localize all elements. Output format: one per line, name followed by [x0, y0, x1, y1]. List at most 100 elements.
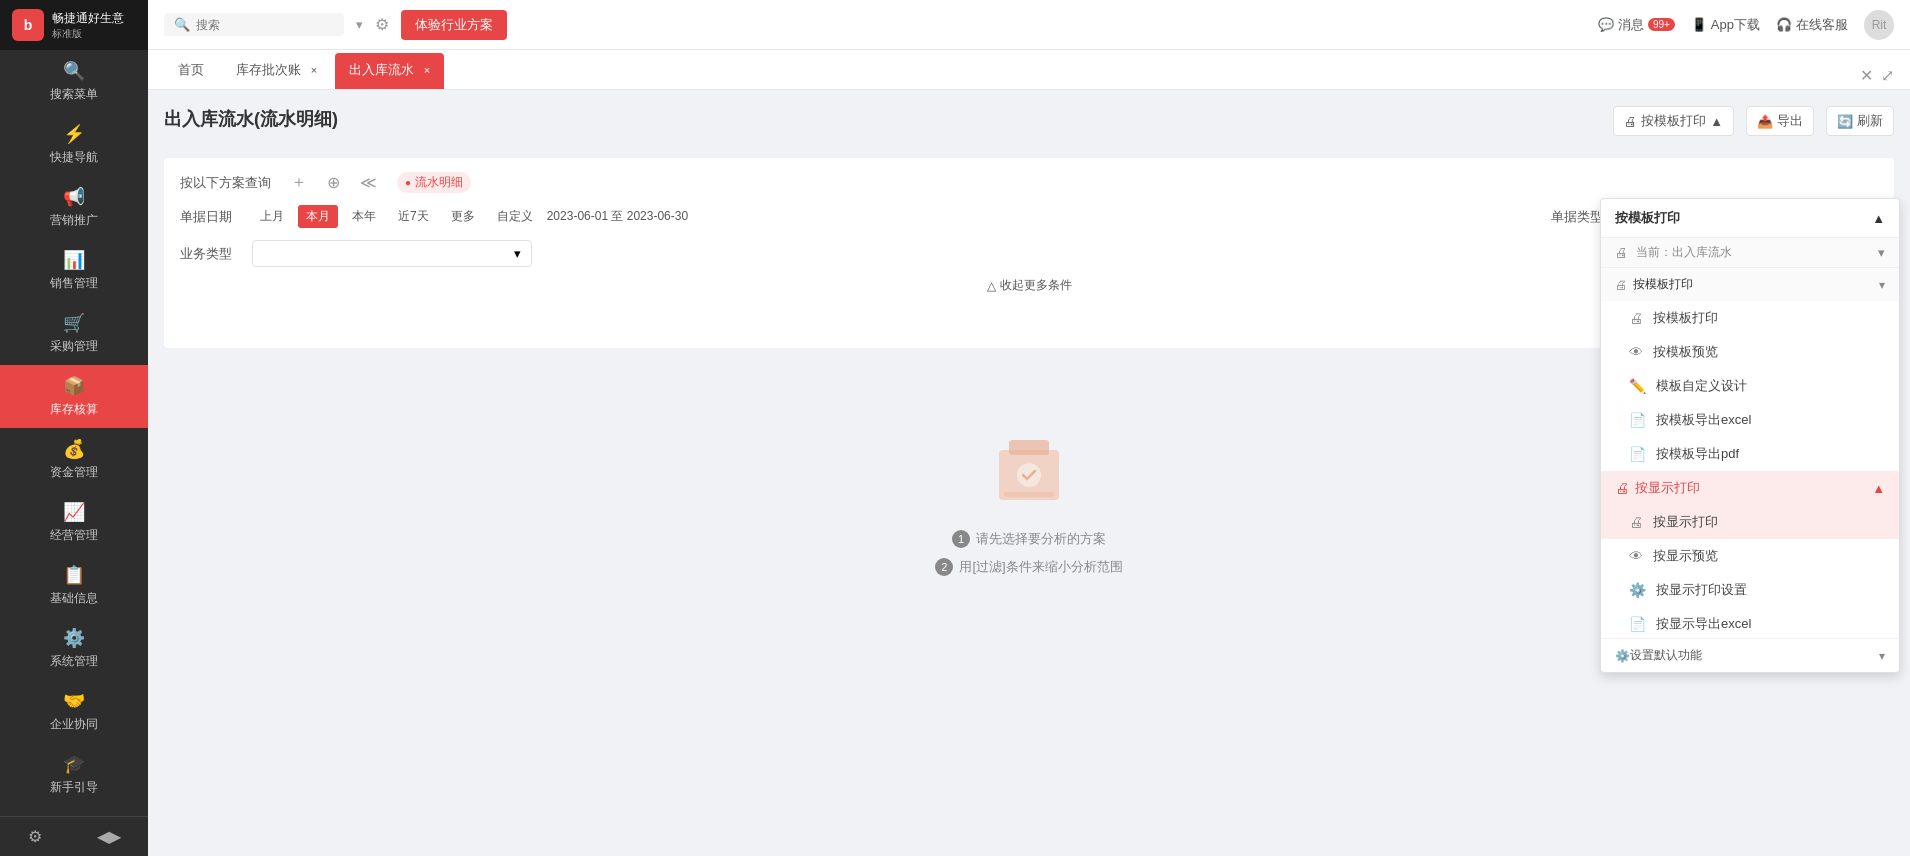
- messages-button[interactable]: 💬 消息 99+: [1598, 16, 1675, 34]
- dropdown-display-settings[interactable]: ⚙️ 按显示打印设置: [1601, 573, 1899, 607]
- template-excel-label: 按模板导出excel: [1656, 411, 1751, 429]
- sidebar-item-sales[interactable]: 📊 销售管理: [0, 239, 148, 302]
- tab-home[interactable]: 首页: [164, 53, 218, 89]
- empty-hint-1: 1 请先选择要分析的方案: [952, 530, 1106, 548]
- dropdown-template-custom[interactable]: ✏️ 模板自定义设计: [1601, 369, 1899, 403]
- search-input[interactable]: [196, 18, 334, 32]
- settings-bottom-icon[interactable]: ⚙: [28, 827, 42, 846]
- collapse-sidebar-icon[interactable]: ◀▶: [97, 827, 121, 846]
- date-btn-this-year[interactable]: 本年: [344, 205, 384, 228]
- filter-tag-flow[interactable]: ● 流水明细: [397, 172, 471, 193]
- topbar-right: 💬 消息 99+ 📱 App下载 🎧 在线客服 Rit: [1598, 10, 1894, 40]
- date-range-text: 2023-06-01 至 2023-06-30: [547, 208, 688, 225]
- tab-flow-label: 出入库流水: [349, 62, 414, 77]
- search-chevron-icon[interactable]: ▾: [356, 17, 363, 32]
- sidebar-item-base[interactable]: 📋 基础信息: [0, 554, 148, 617]
- filter-row-1: 按以下方案查询 ＋ ⊕ ≪ ● 流水明细: [180, 172, 1878, 193]
- dropdown-footer[interactable]: ⚙️ 设置默认功能 ▾: [1601, 638, 1899, 672]
- print-template-label: 按模板打印: [1641, 112, 1706, 130]
- tab-maximize-icon[interactable]: ⤢: [1881, 66, 1894, 85]
- tab-batch[interactable]: 库存批次账 ×: [222, 53, 331, 89]
- sidebar-item-finance[interactable]: 💰 资金管理: [0, 428, 148, 491]
- add-filter-icon[interactable]: ＋: [291, 172, 307, 193]
- sidebar-item-purchase[interactable]: 🛒 采购管理: [0, 302, 148, 365]
- dropdown-template-print[interactable]: 🖨 按模板打印: [1601, 301, 1899, 335]
- user-avatar[interactable]: Rit: [1864, 10, 1894, 40]
- refresh-button[interactable]: 🔄 刷新: [1826, 106, 1894, 136]
- date-btn-last-month[interactable]: 上月: [252, 205, 292, 228]
- business-dropdown-chevron-icon: ▾: [514, 246, 521, 261]
- filter-collapse-icon[interactable]: ≪: [360, 173, 377, 192]
- date-label: 单据日期: [180, 208, 232, 226]
- app-download-button[interactable]: 📱 App下载: [1691, 16, 1760, 34]
- sidebar-sales-icon: 📊: [63, 249, 85, 271]
- sidebar-item-apps[interactable]: 📱 应用中心: [0, 806, 148, 816]
- industry-solution-button[interactable]: 体验行业方案: [401, 10, 507, 40]
- dropdown-template-section[interactable]: 🖨 按模板打印 ▾: [1601, 268, 1899, 301]
- logo-icon: b: [12, 9, 44, 41]
- dropdown-display-preview[interactable]: 👁 按显示预览: [1601, 539, 1899, 573]
- current-chevron-icon[interactable]: ▾: [1878, 245, 1885, 260]
- template-section-chevron-icon: ▾: [1879, 278, 1885, 292]
- date-btn-custom[interactable]: 自定义: [489, 205, 541, 228]
- dropdown-display-print[interactable]: 🖨 按显示打印: [1601, 505, 1899, 539]
- filter-settings-icon[interactable]: ⊕: [327, 173, 340, 192]
- dropdown-header-chevron-icon: ▲: [1872, 211, 1885, 226]
- sidebar-item-guide[interactable]: 🎓 新手引导: [0, 743, 148, 806]
- dropdown-template-excel[interactable]: 📄 按模板导出excel: [1601, 403, 1899, 437]
- sidebar-item-marketing[interactable]: 📢 营销推广: [0, 176, 148, 239]
- message-label: 消息: [1618, 16, 1644, 34]
- refresh-icon: 🔄: [1837, 114, 1853, 129]
- tab-close-all-icon[interactable]: ✕: [1860, 66, 1873, 85]
- print-template-button[interactable]: 🖨 按模板打印 ▲: [1613, 106, 1734, 136]
- svg-point-2: [1017, 463, 1041, 487]
- dropdown-title: 按模板打印: [1615, 209, 1680, 227]
- dropdown-display-excel[interactable]: 📄 按显示导出excel: [1601, 607, 1899, 638]
- sidebar-item-enterprise[interactable]: 🤝 企业协同: [0, 680, 148, 743]
- sidebar-shortcut-icon: ⚡: [63, 123, 85, 145]
- current-icon: 🖨: [1615, 245, 1628, 260]
- template-section-icon: 🖨: [1615, 278, 1627, 292]
- sidebar-bottom: ⚙ ◀▶: [0, 816, 148, 856]
- sidebar-item-operations[interactable]: 📈 经营管理: [0, 491, 148, 554]
- filter-tag-icon: ●: [405, 177, 411, 188]
- doc-type-label: 单据类型: [1551, 208, 1603, 226]
- sidebar-base-label: 基础信息: [50, 590, 98, 607]
- topbar-gear-icon[interactable]: ⚙: [375, 15, 389, 34]
- tab-batch-close-icon[interactable]: ×: [311, 64, 317, 76]
- display-section-chevron-icon: ▲: [1872, 481, 1885, 496]
- display-settings-icon: ⚙️: [1629, 582, 1646, 598]
- sidebar-item-shortcut[interactable]: ⚡ 快捷导航: [0, 113, 148, 176]
- tab-batch-label: 库存批次账: [236, 62, 301, 77]
- sidebar-item-system[interactable]: ⚙️ 系统管理: [0, 617, 148, 680]
- dropdown-display-section[interactable]: 🖨 按显示打印 ▲: [1601, 471, 1899, 505]
- topbar: 🔍 ▾ ⚙ 体验行业方案 💬 消息 99+ 📱 App下载 🎧 在线客服 Rit: [148, 0, 1910, 50]
- date-btn-this-month[interactable]: 本月: [298, 205, 338, 228]
- online-service-label: 在线客服: [1796, 16, 1848, 34]
- topbar-search-box[interactable]: 🔍: [164, 13, 344, 36]
- svg-rect-3: [1004, 492, 1054, 497]
- date-range-selector: 上月 本月 本年 近7天 更多 自定义 2023-06-01 至 2023-06…: [252, 205, 688, 228]
- template-excel-icon: 📄: [1629, 412, 1646, 428]
- template-preview-icon: 👁: [1629, 344, 1643, 360]
- sidebar-sales-label: 销售管理: [50, 275, 98, 292]
- date-btn-7days[interactable]: 近7天: [390, 205, 437, 228]
- business-type-label: 业务类型: [180, 245, 232, 263]
- dropdown-template-preview[interactable]: 👁 按模板预览: [1601, 335, 1899, 369]
- sidebar-item-search[interactable]: 🔍 搜索菜单: [0, 50, 148, 113]
- online-service-button[interactable]: 🎧 在线客服: [1776, 16, 1848, 34]
- tab-flow[interactable]: 出入库流水 ×: [335, 53, 444, 89]
- business-type-select[interactable]: ▾: [252, 240, 532, 267]
- template-pdf-icon: 📄: [1629, 446, 1646, 462]
- footer-settings-label: 设置默认功能: [1630, 647, 1702, 664]
- collapse-label: 收起更多条件: [1000, 277, 1072, 294]
- date-btn-more[interactable]: 更多: [443, 205, 483, 228]
- template-preview-label: 按模板预览: [1653, 343, 1718, 361]
- sidebar-finance-label: 资金管理: [50, 464, 98, 481]
- dropdown-template-pdf[interactable]: 📄 按模板导出pdf: [1601, 437, 1899, 471]
- filter-tag-label: 流水明细: [415, 174, 463, 191]
- export-button[interactable]: 📤 导出: [1746, 106, 1814, 136]
- sidebar-item-inventory[interactable]: 📦 库存核算: [0, 365, 148, 428]
- export-label: 导出: [1777, 112, 1803, 130]
- tab-flow-close-icon[interactable]: ×: [424, 64, 430, 76]
